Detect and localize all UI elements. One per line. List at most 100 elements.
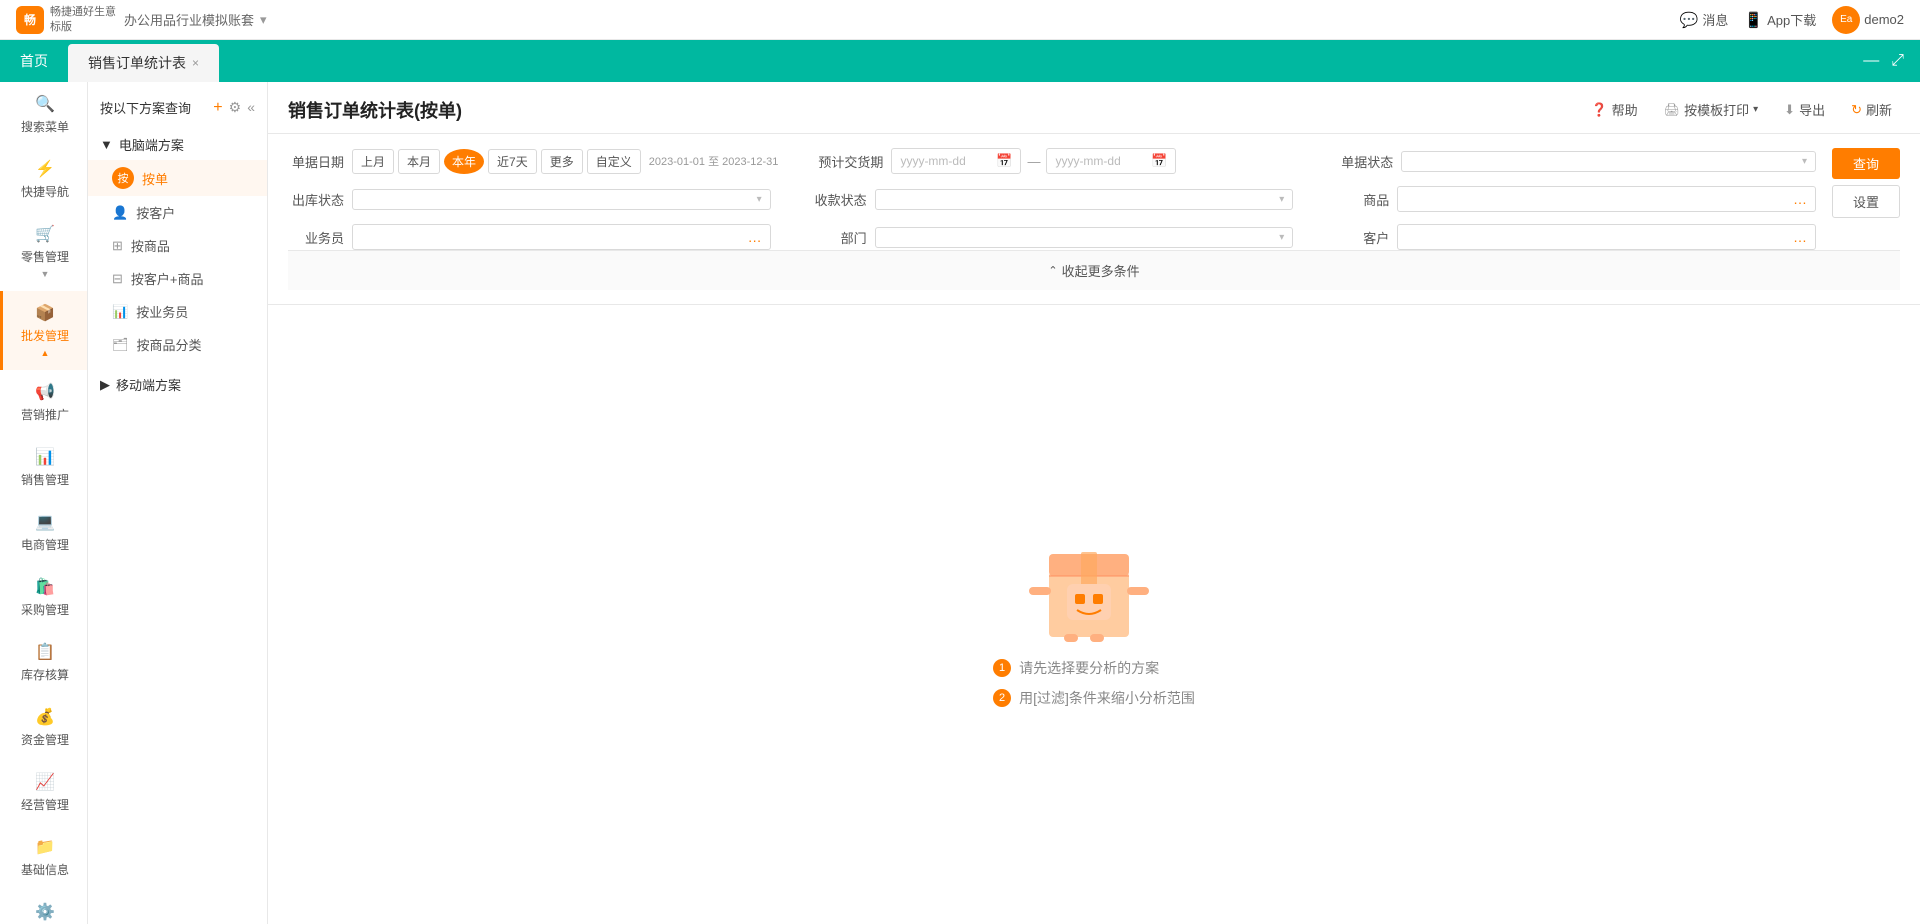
- message-btn[interactable]: 💬 消息: [1680, 10, 1729, 29]
- refresh-icon: ↻: [1851, 102, 1862, 118]
- date-input-start[interactable]: yyyy-mm-dd 📅: [891, 148, 1021, 174]
- sidebar-item-basic[interactable]: 📁 基础信息: [0, 825, 87, 890]
- filter-cell-ship: 出库状态 ▾: [288, 189, 771, 210]
- filter-cell-delivery: 预计交货期 yyyy-mm-dd 📅 — yyyy-mm-dd 📅: [818, 148, 1297, 174]
- dept-label: 部门: [811, 228, 867, 247]
- scheme-section-mobile: ▶ 移动端方案: [88, 365, 267, 404]
- sidebar-item-inventory[interactable]: 📋 库存核算: [0, 630, 87, 695]
- scheme-item-by-customer-goods[interactable]: ⊟ 按客户+商品: [88, 262, 267, 295]
- scheme-item-by-salesperson[interactable]: 📊 按业务员: [88, 295, 267, 328]
- breadcrumb: 办公用品行业模拟账套 ▾: [124, 10, 267, 29]
- sidebar-item-ecommerce[interactable]: 💻 电商管理: [0, 500, 87, 565]
- settings-scheme-btn[interactable]: ⚙: [229, 99, 242, 117]
- salesperson-input[interactable]: …: [352, 224, 771, 250]
- prev-month-btn[interactable]: 上月: [352, 149, 394, 174]
- avatar: Ea: [1832, 6, 1860, 34]
- scheme-item-by-customer[interactable]: 👤 按客户: [88, 196, 267, 229]
- nav-tab-actions: — ⤢: [1863, 40, 1920, 82]
- status-label: 单据状态: [1337, 152, 1393, 171]
- page-title: 销售订单统计表(按单): [288, 97, 462, 123]
- minimize-btn[interactable]: —: [1863, 52, 1879, 70]
- collapse-panel-btn[interactable]: «: [247, 99, 255, 117]
- retail-icon: 🛒: [35, 224, 55, 244]
- left-panel-header: 按以下方案查询 + ⚙ «: [88, 90, 267, 125]
- user-area[interactable]: Ea demo2: [1832, 6, 1904, 34]
- left-panel-header-actions: + ⚙ «: [213, 99, 255, 117]
- sidebar-item-purchase[interactable]: 🛍️ 采购管理: [0, 565, 87, 630]
- tab-sales-order-stats[interactable]: 销售订单统计表 ×: [68, 44, 219, 82]
- empty-illustration: [1019, 522, 1169, 642]
- goods-more-btn[interactable]: …: [1793, 191, 1807, 207]
- this-year-btn[interactable]: 本年: [444, 149, 484, 174]
- inventory-icon: 📋: [35, 642, 55, 662]
- pay-status-select[interactable]: ▾: [875, 189, 1294, 210]
- sidebar-item-marketing[interactable]: 📢 营销推广: [0, 370, 87, 435]
- basic-icon: 📁: [35, 837, 55, 857]
- sidebar-item-wholesale[interactable]: 📦 批发管理 ▲: [0, 291, 87, 370]
- filter-cell-pay: 收款状态 ▾: [811, 189, 1294, 210]
- ship-status-select[interactable]: ▾: [352, 189, 771, 210]
- empty-hint-2: 2 用[过滤]条件来缩小分析范围: [993, 688, 1195, 708]
- salesperson-label: 业务员: [288, 228, 344, 247]
- main-layout: 🔍 搜索菜单 ⚡ 快捷导航 🛒 零售管理 ▼ 📦 批发管理 ▲ 📢 营销推广 📊…: [0, 82, 1920, 924]
- chevron-down-icon: ▼: [100, 137, 113, 152]
- export-btn[interactable]: ⬇ 导出: [1776, 96, 1833, 123]
- chevron-right-icon: ▶: [100, 377, 110, 393]
- custom-date-btn[interactable]: 自定义: [587, 149, 641, 174]
- collapse-icon: ⌃: [1048, 264, 1057, 277]
- page-header: 销售订单统计表(按单) ❓ 帮助 🖨 按模板打印 ▾ ⬇ 导出 ↻ 刷新: [268, 82, 1920, 134]
- purchase-icon: 🛍️: [35, 577, 55, 597]
- empty-svg: [1019, 522, 1169, 642]
- tab-home[interactable]: 首页: [0, 40, 68, 82]
- customer-label: 客户: [1333, 228, 1389, 247]
- this-month-btn[interactable]: 本月: [398, 149, 440, 174]
- shortcut-icon: ⚡: [35, 159, 55, 179]
- set-btn[interactable]: 设置: [1832, 185, 1900, 218]
- add-scheme-btn[interactable]: +: [213, 99, 222, 117]
- date-input-end[interactable]: yyyy-mm-dd 📅: [1046, 148, 1176, 174]
- chevron-down-icon: ▾: [1279, 194, 1284, 205]
- query-btn[interactable]: 查询: [1832, 148, 1900, 179]
- finance-icon: 💰: [35, 707, 55, 727]
- collapse-bar[interactable]: ⌃ 收起更多条件: [288, 250, 1900, 290]
- scheme-section-mobile-title[interactable]: ▶ 移动端方案: [88, 369, 267, 400]
- customer-more-btn[interactable]: …: [1793, 229, 1807, 245]
- filter-row-2: 出库状态 ▾ 收款状态 ▾: [288, 186, 1816, 212]
- search-icon: 🔍: [35, 94, 55, 114]
- scheme-section-pc: ▼ 电脑端方案 按 按单 👤 按客户 ⊞ 按商品 ⊟ 按客户+商品 📊 按业务员: [88, 125, 267, 365]
- more-date-btn[interactable]: 更多: [541, 149, 583, 174]
- salesperson-more-btn[interactable]: …: [748, 229, 762, 245]
- filter-cell-doc-status: 单据状态 ▾: [1337, 151, 1816, 172]
- scheme-section-pc-title[interactable]: ▼ 电脑端方案: [88, 129, 267, 160]
- print-dropdown-icon[interactable]: ▾: [1753, 104, 1758, 115]
- dept-select[interactable]: ▾: [875, 227, 1294, 248]
- scheme-item-by-category[interactable]: 🗂 按商品分类: [88, 328, 267, 361]
- sidebar-item-shortcut[interactable]: ⚡ 快捷导航: [0, 147, 87, 212]
- sidebar-item-sales[interactable]: 📊 销售管理: [0, 435, 87, 500]
- app-download-btn[interactable]: 📱 App下载: [1744, 10, 1816, 29]
- print-btn[interactable]: 🖨 按模板打印 ▾: [1656, 96, 1767, 123]
- pay-status-label: 收款状态: [811, 190, 867, 209]
- content-area: 销售订单统计表(按单) ❓ 帮助 🖨 按模板打印 ▾ ⬇ 导出 ↻ 刷新: [268, 82, 1920, 924]
- operation-icon: 📈: [35, 772, 55, 792]
- tab-close-icon[interactable]: ×: [192, 56, 199, 70]
- maximize-btn[interactable]: ⤢: [1891, 52, 1904, 70]
- help-btn[interactable]: ❓ 帮助: [1583, 96, 1645, 123]
- refresh-btn[interactable]: ↻ 刷新: [1843, 96, 1900, 123]
- scheme-item-by-order[interactable]: 按 按单: [88, 160, 267, 196]
- sidebar-item-finance[interactable]: 💰 资金管理: [0, 695, 87, 760]
- goods-input[interactable]: …: [1397, 186, 1816, 212]
- chevron-down-icon[interactable]: ▾: [260, 12, 267, 28]
- help-icon: ❓: [1591, 102, 1607, 118]
- sidebar: 🔍 搜索菜单 ⚡ 快捷导航 🛒 零售管理 ▼ 📦 批发管理 ▲ 📢 营销推广 📊…: [0, 82, 88, 924]
- sidebar-item-search[interactable]: 🔍 搜索菜单: [0, 82, 87, 147]
- sidebar-item-operation[interactable]: 📈 经营管理: [0, 760, 87, 825]
- empty-state: 1 请先选择要分析的方案 2 用[过滤]条件来缩小分析范围: [268, 305, 1920, 924]
- status-select[interactable]: ▾: [1401, 151, 1816, 172]
- customer-input[interactable]: …: [1397, 224, 1816, 250]
- 7days-btn[interactable]: 近7天: [488, 149, 537, 174]
- sidebar-item-retail[interactable]: 🛒 零售管理 ▼: [0, 212, 87, 291]
- marketing-icon: 📢: [35, 382, 55, 402]
- scheme-item-by-goods[interactable]: ⊞ 按商品: [88, 229, 267, 262]
- sidebar-item-system[interactable]: ⚙️ 系统管理: [0, 890, 87, 924]
